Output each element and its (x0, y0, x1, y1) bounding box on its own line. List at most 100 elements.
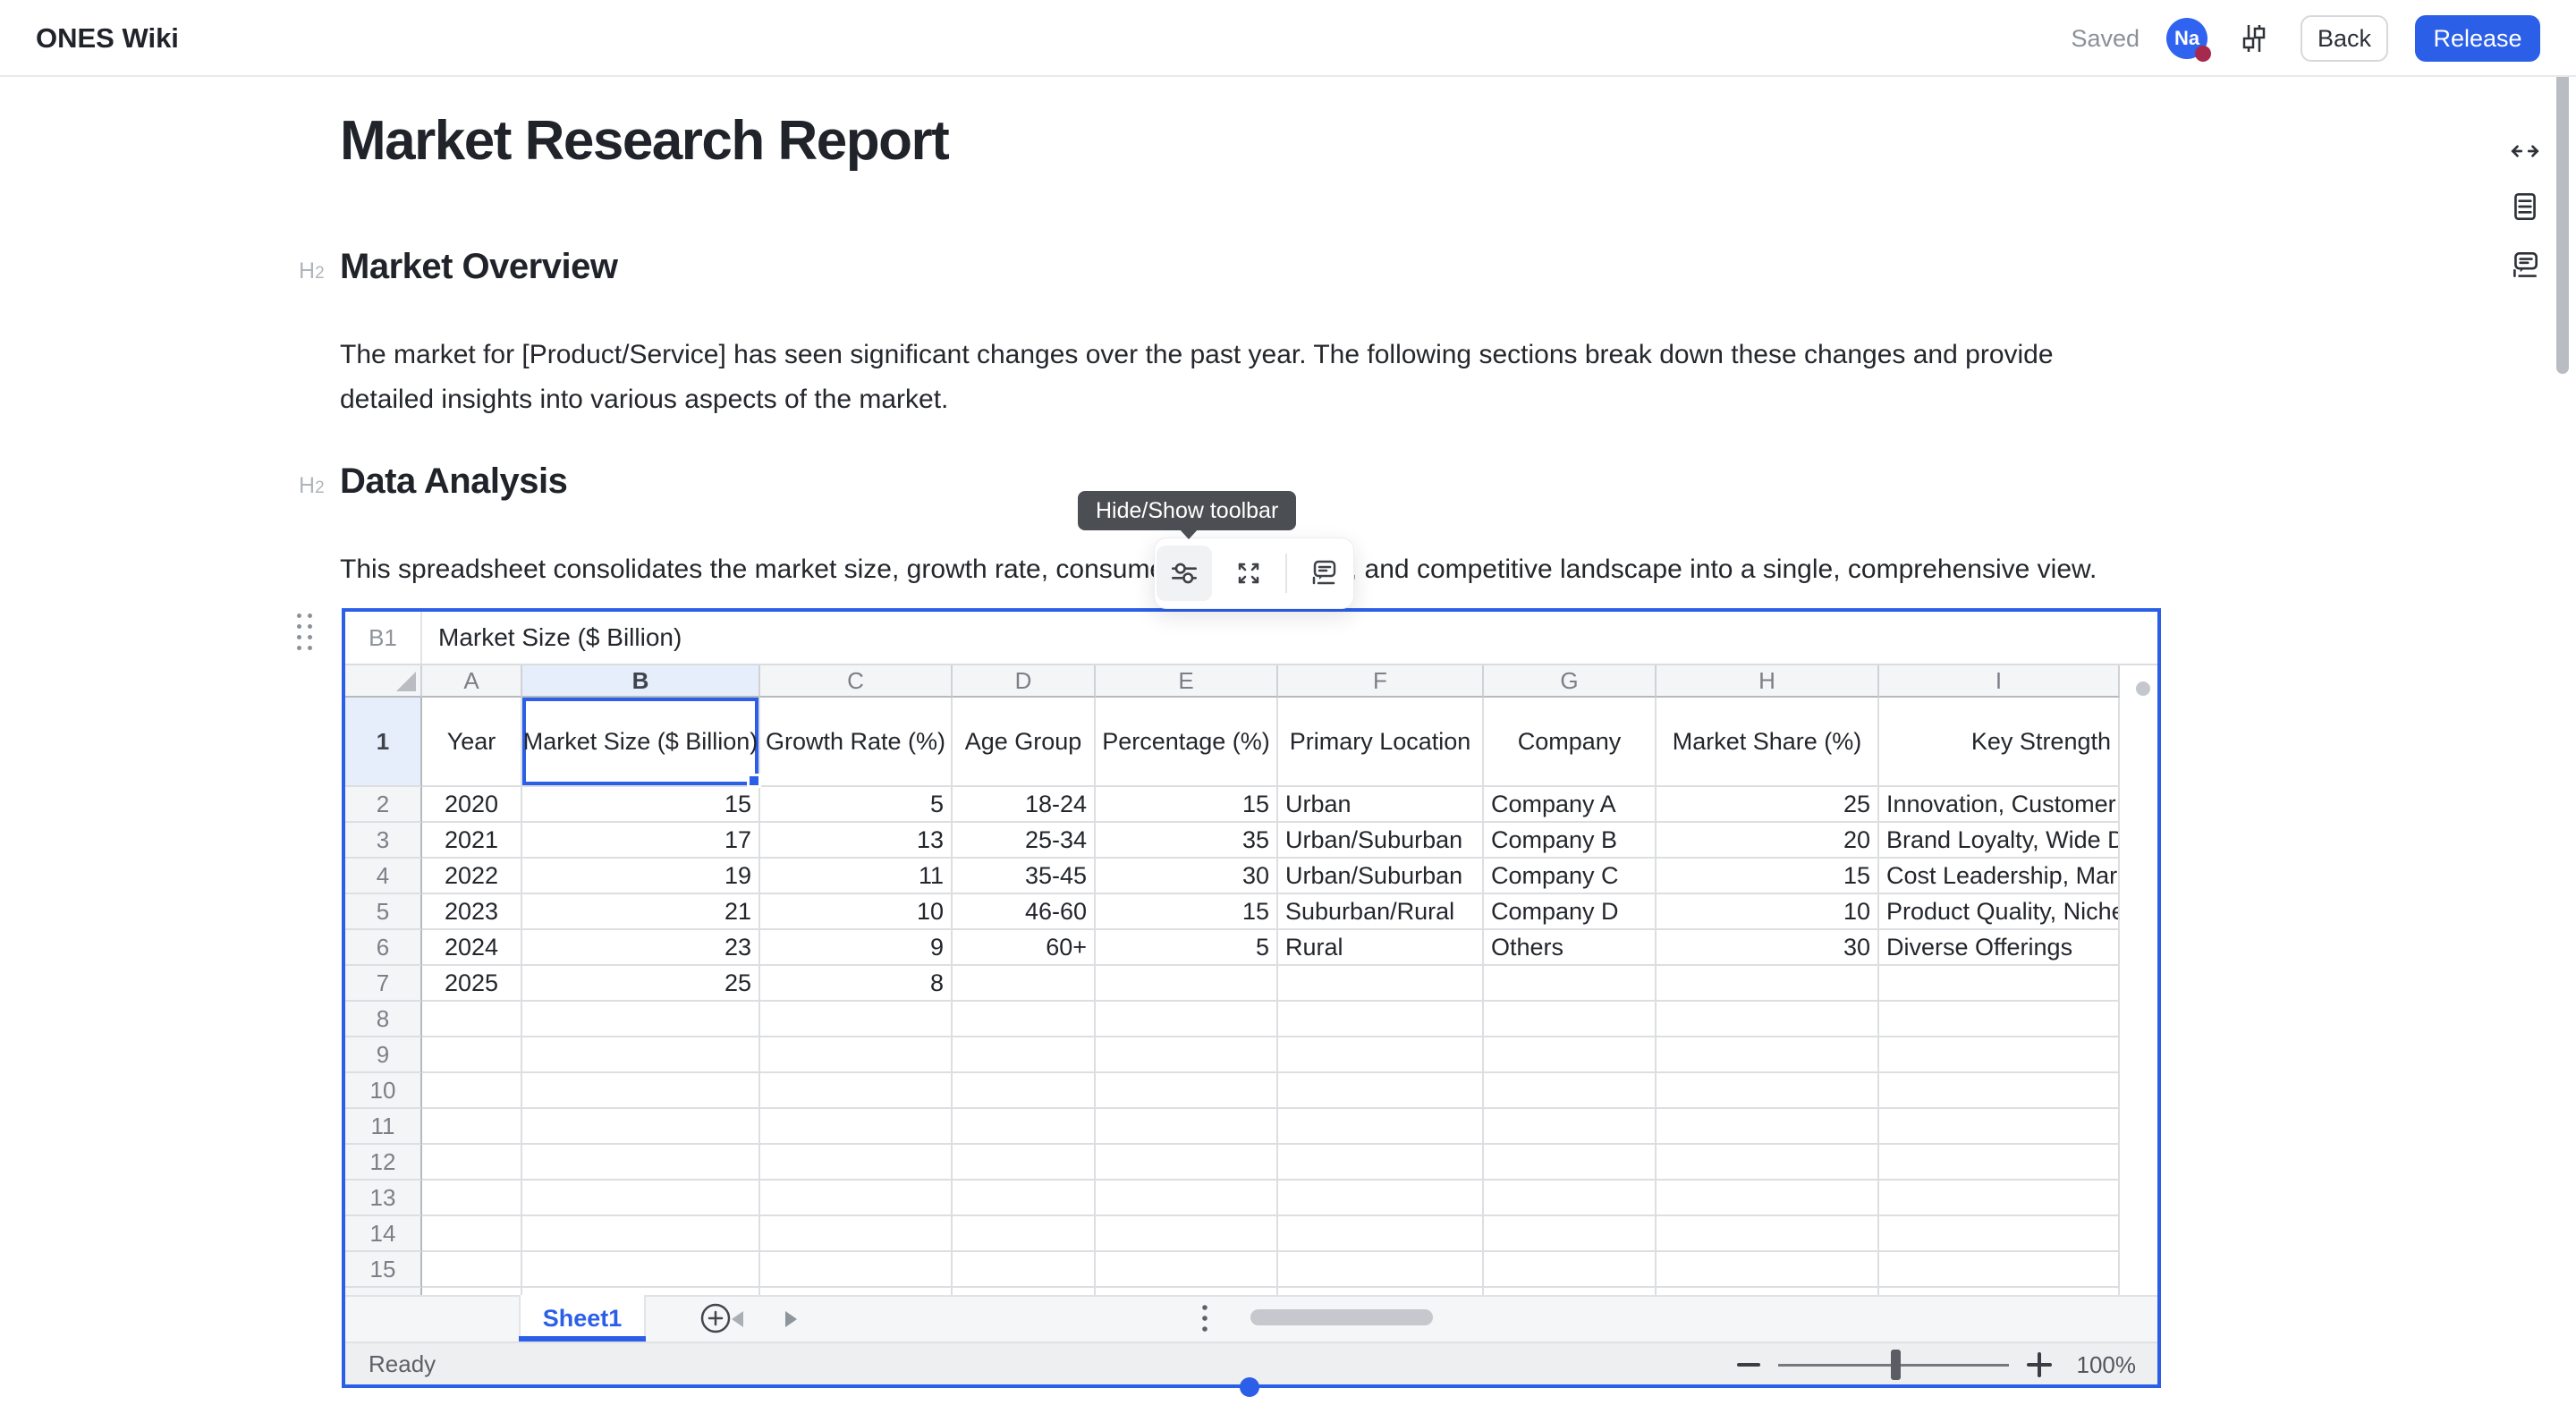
cell-G2[interactable]: Company A (1484, 787, 1657, 823)
cell-F15[interactable] (1278, 1252, 1484, 1288)
cell-E4[interactable]: 30 (1096, 859, 1278, 894)
cell-H4[interactable]: 15 (1657, 859, 1879, 894)
row-header-12[interactable]: 12 (345, 1145, 422, 1181)
cell-G7[interactable] (1484, 966, 1657, 1002)
cell-B13[interactable] (522, 1181, 760, 1216)
cell-A6[interactable]: 2024 (422, 930, 522, 966)
cell-E6[interactable]: 5 (1096, 930, 1278, 966)
cell-H7[interactable] (1657, 966, 1879, 1002)
release-button[interactable]: Release (2415, 15, 2540, 62)
cell-D9[interactable] (953, 1037, 1096, 1073)
cell-B14[interactable] (522, 1216, 760, 1252)
row-header-4[interactable]: 4 (345, 859, 422, 894)
cell-A15[interactable] (422, 1252, 522, 1288)
cell-H14[interactable] (1657, 1216, 1879, 1252)
cell-C1[interactable]: Growth Rate (%) (760, 698, 953, 787)
cell-E2[interactable]: 15 (1096, 787, 1278, 823)
cell-D8[interactable] (953, 1002, 1096, 1037)
cell-I10[interactable] (1879, 1073, 2120, 1109)
row-header-9[interactable]: 9 (345, 1037, 422, 1073)
cell-C3[interactable]: 13 (760, 823, 953, 859)
cell-I11[interactable] (1879, 1109, 2120, 1145)
cell-B1[interactable]: Market Size ($ Billion) (522, 698, 760, 787)
cell-G16[interactable] (1484, 1288, 1657, 1295)
tabs-next-icon[interactable] (785, 1311, 797, 1327)
cell-A3[interactable]: 2021 (422, 823, 522, 859)
column-header-D[interactable]: D (953, 665, 1096, 698)
cell-B10[interactable] (522, 1073, 760, 1109)
column-header-C[interactable]: C (760, 665, 953, 698)
row-header-11[interactable]: 11 (345, 1109, 422, 1145)
cell-F5[interactable]: Suburban/Rural (1278, 894, 1484, 930)
page-scrollbar[interactable] (2556, 70, 2569, 374)
cell-A2[interactable]: 2020 (422, 787, 522, 823)
cell-G3[interactable]: Company B (1484, 823, 1657, 859)
column-header-I[interactable]: I (1879, 665, 2120, 698)
cell-B6[interactable]: 23 (522, 930, 760, 966)
cell-B16[interactable] (522, 1288, 760, 1295)
cell-I7[interactable] (1879, 966, 2120, 1002)
cell-F16[interactable] (1278, 1288, 1484, 1295)
cell-A7[interactable]: 2025 (422, 966, 522, 1002)
cell-I13[interactable] (1879, 1181, 2120, 1216)
cell-F6[interactable]: Rural (1278, 930, 1484, 966)
cell-I1[interactable]: Key Strength (1879, 698, 2120, 787)
cell-B4[interactable]: 19 (522, 859, 760, 894)
row-header-16[interactable]: 16 (345, 1288, 422, 1295)
cell-D11[interactable] (953, 1109, 1096, 1145)
comment-icon[interactable] (1296, 546, 1352, 601)
cell-F10[interactable] (1278, 1073, 1484, 1109)
sheet-vertical-scrollbar[interactable] (2136, 681, 2150, 696)
cell-H5[interactable]: 10 (1657, 894, 1879, 930)
cell-B7[interactable]: 25 (522, 966, 760, 1002)
outline-icon[interactable] (2508, 190, 2542, 224)
cell-C6[interactable]: 9 (760, 930, 953, 966)
cell-I12[interactable] (1879, 1145, 2120, 1181)
cell-E1[interactable]: Percentage (%) (1096, 698, 1278, 787)
column-header-H[interactable]: H (1657, 665, 1879, 698)
cell-A12[interactable] (422, 1145, 522, 1181)
cell-H12[interactable] (1657, 1145, 1879, 1181)
cell-G5[interactable]: Company D (1484, 894, 1657, 930)
row-header-1[interactable]: 1 (345, 698, 422, 787)
cell-B8[interactable] (522, 1002, 760, 1037)
cell-A9[interactable] (422, 1037, 522, 1073)
cell-A14[interactable] (422, 1216, 522, 1252)
cell-F7[interactable] (1278, 966, 1484, 1002)
cell-E14[interactable] (1096, 1216, 1278, 1252)
cell-G8[interactable] (1484, 1002, 1657, 1037)
row-header-7[interactable]: 7 (345, 966, 422, 1002)
cell-A16[interactable] (422, 1288, 522, 1295)
sheet-tab[interactable]: Sheet1 (519, 1295, 646, 1342)
cell-G1[interactable]: Company (1484, 698, 1657, 787)
page-width-icon[interactable] (2508, 134, 2542, 168)
cell-I6[interactable]: Diverse Offerings (1879, 930, 2120, 966)
cell-H3[interactable]: 20 (1657, 823, 1879, 859)
cell-A5[interactable]: 2023 (422, 894, 522, 930)
cell-C12[interactable] (760, 1145, 953, 1181)
cell-F4[interactable]: Urban/Suburban (1278, 859, 1484, 894)
cell-H16[interactable] (1657, 1288, 1879, 1295)
cell-D15[interactable] (953, 1252, 1096, 1288)
zoom-slider[interactable] (1777, 1349, 2009, 1380)
add-sheet-icon[interactable] (699, 1302, 732, 1334)
row-header-14[interactable]: 14 (345, 1216, 422, 1252)
cell-E5[interactable]: 15 (1096, 894, 1278, 930)
cell-A8[interactable] (422, 1002, 522, 1037)
cell-B3[interactable]: 17 (522, 823, 760, 859)
cell-I8[interactable] (1879, 1002, 2120, 1037)
cell-C15[interactable] (760, 1252, 953, 1288)
cell-I3[interactable]: Brand Loyalty, Wide D (1879, 823, 2120, 859)
cell-C4[interactable]: 11 (760, 859, 953, 894)
cell-H2[interactable]: 25 (1657, 787, 1879, 823)
sheet-horizontal-scrollbar[interactable] (1250, 1309, 1433, 1325)
cell-H11[interactable] (1657, 1109, 1879, 1145)
avatar[interactable]: Na (2166, 18, 2211, 62)
cell-D14[interactable] (953, 1216, 1096, 1252)
cell-C8[interactable] (760, 1002, 953, 1037)
zoom-out-icon[interactable] (1735, 1351, 1762, 1378)
cell-D4[interactable]: 35-45 (953, 859, 1096, 894)
cell-I2[interactable]: Innovation, Customer (1879, 787, 2120, 823)
cell-C16[interactable] (760, 1288, 953, 1295)
cell-C7[interactable]: 8 (760, 966, 953, 1002)
